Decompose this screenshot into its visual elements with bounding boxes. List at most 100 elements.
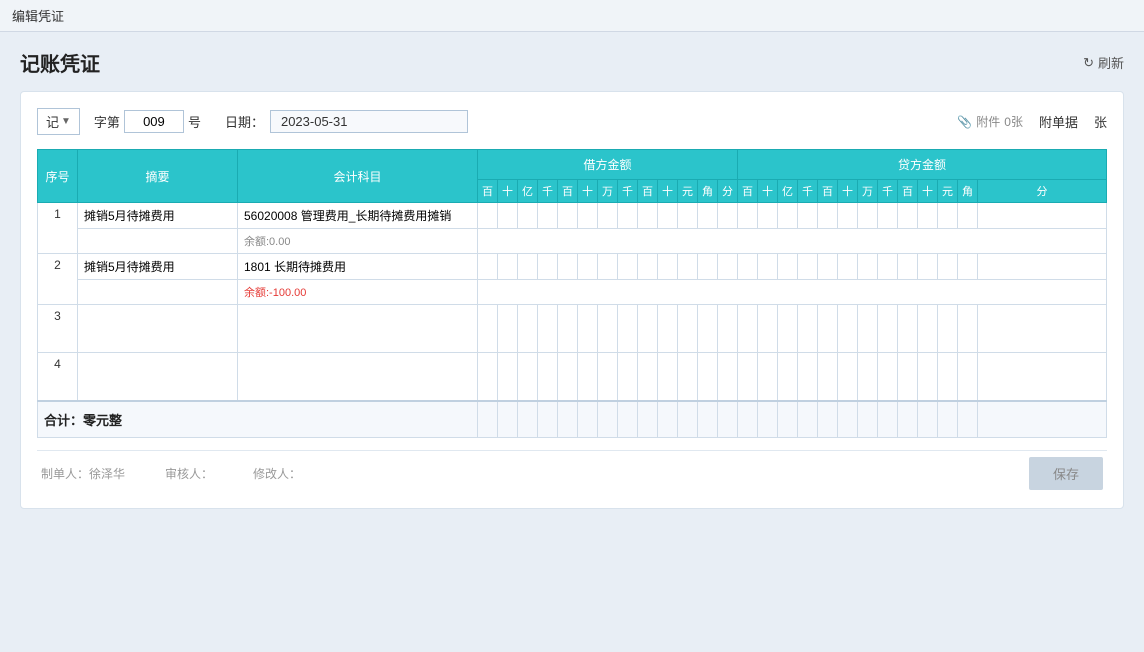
row2-seq: 2 xyxy=(38,254,78,305)
r2d9[interactable] xyxy=(638,254,658,280)
row3-account[interactable] xyxy=(238,305,478,353)
creator-value: 徐泽华 xyxy=(89,467,125,481)
r2c6[interactable] xyxy=(838,254,858,280)
r1c2[interactable] xyxy=(758,203,778,229)
fujudan-button[interactable]: 附单据 xyxy=(1039,112,1078,131)
voucher-header: 记 ▼ 字第 号 日期： 📎 附件 0张 附单据 张 xyxy=(37,108,1107,135)
r1c3[interactable] xyxy=(778,203,798,229)
r1d10[interactable] xyxy=(658,203,678,229)
r1d2[interactable] xyxy=(498,203,518,229)
r2c12[interactable] xyxy=(958,254,978,280)
row1-seq: 1 xyxy=(38,203,78,254)
refresh-icon: ↻ xyxy=(1083,55,1094,71)
header-summary: 摘要 xyxy=(78,150,238,203)
row2-account[interactable]: 1801 长期待摊费用 xyxy=(238,254,478,280)
r2d4[interactable] xyxy=(538,254,558,280)
r2d10[interactable] xyxy=(658,254,678,280)
date-label: 日期： xyxy=(225,112,264,131)
debit-col-6: 十 xyxy=(578,180,598,203)
r2c1[interactable] xyxy=(738,254,758,280)
r2d12[interactable] xyxy=(698,254,718,280)
r2d7[interactable] xyxy=(598,254,618,280)
modifier-field: 修改人： xyxy=(253,465,301,482)
r1d4[interactable] xyxy=(538,203,558,229)
r2c13[interactable] xyxy=(978,254,1107,280)
r2c9[interactable] xyxy=(898,254,918,280)
date-input[interactable] xyxy=(270,110,468,133)
debit-col-7: 万 xyxy=(598,180,618,203)
row1-summary[interactable]: 摊销5月待摊费用 xyxy=(78,203,238,229)
row4-account[interactable] xyxy=(238,353,478,401)
r1c10[interactable] xyxy=(918,203,938,229)
r2c4[interactable] xyxy=(798,254,818,280)
r2c3[interactable] xyxy=(778,254,798,280)
credit-col-8: 千 xyxy=(878,180,898,203)
r1c5[interactable] xyxy=(818,203,838,229)
r1c1[interactable] xyxy=(738,203,758,229)
r2d5[interactable] xyxy=(558,254,578,280)
r1d9[interactable] xyxy=(638,203,658,229)
debit-col-9: 百 xyxy=(638,180,658,203)
header-seq: 序号 xyxy=(38,150,78,203)
r1d13[interactable] xyxy=(718,203,738,229)
r1d12[interactable] xyxy=(698,203,718,229)
r1c11[interactable] xyxy=(938,203,958,229)
total-label: 合计：零元整 xyxy=(38,401,478,438)
table-row: 1 摊销5月待摊费用 56020008 管理费用_长期待摊费用摊销 xyxy=(38,203,1107,229)
r1c6[interactable] xyxy=(838,203,858,229)
zi-number-input[interactable] xyxy=(124,110,184,133)
reviewer-field: 审核人： xyxy=(165,465,213,482)
r2-balance-summary xyxy=(78,280,238,305)
r1d7[interactable] xyxy=(598,203,618,229)
r2d11[interactable] xyxy=(678,254,698,280)
r1d8[interactable] xyxy=(618,203,638,229)
title-bar-label: 编辑凭证 xyxy=(12,9,64,24)
r2d3[interactable] xyxy=(518,254,538,280)
r1c9[interactable] xyxy=(898,203,918,229)
r2d6[interactable] xyxy=(578,254,598,280)
r2c11[interactable] xyxy=(938,254,958,280)
row3-summary[interactable] xyxy=(78,305,238,353)
credit-col-6: 十 xyxy=(838,180,858,203)
r1c8[interactable] xyxy=(878,203,898,229)
r1d3[interactable] xyxy=(518,203,538,229)
r1d5[interactable] xyxy=(558,203,578,229)
ji-selector[interactable]: 记 ▼ xyxy=(37,108,80,135)
r2c10[interactable] xyxy=(918,254,938,280)
r1c7[interactable] xyxy=(858,203,878,229)
debit-col-3: 亿 xyxy=(518,180,538,203)
save-button[interactable]: 保存 xyxy=(1029,457,1103,490)
save-section: 保存 xyxy=(1029,457,1103,490)
r1c13[interactable] xyxy=(978,203,1107,229)
voucher-footer: 制单人：徐泽华 审核人： 修改人： 保存 xyxy=(37,450,1107,496)
r2c2[interactable] xyxy=(758,254,778,280)
r2d1[interactable] xyxy=(478,254,498,280)
r1d6[interactable] xyxy=(578,203,598,229)
voucher-table: 序号 摘要 会计科目 借方金额 贷方金额 百 十 亿 千 百 十 万 千 百 十 xyxy=(37,149,1107,438)
credit-col-10: 十 xyxy=(918,180,938,203)
debit-col-13: 分 xyxy=(718,180,738,203)
r2d8[interactable] xyxy=(618,254,638,280)
r2d2[interactable] xyxy=(498,254,518,280)
r2c5[interactable] xyxy=(818,254,838,280)
credit-col-3: 亿 xyxy=(778,180,798,203)
page-header: 记账凭证 ↻ 刷新 xyxy=(20,48,1124,77)
row1-account[interactable]: 56020008 管理费用_长期待摊费用摊销 xyxy=(238,203,478,229)
total-text: 合计：零元整 xyxy=(44,413,122,428)
row4-summary[interactable] xyxy=(78,353,238,401)
r1d11[interactable] xyxy=(678,203,698,229)
r1c4[interactable] xyxy=(798,203,818,229)
row2-summary[interactable]: 摊销5月待摊费用 xyxy=(78,254,238,280)
r2d13[interactable] xyxy=(718,254,738,280)
refresh-button[interactable]: ↻ 刷新 xyxy=(1083,53,1124,72)
debit-col-2: 十 xyxy=(498,180,518,203)
table-row-balance: 余额:-100.00 xyxy=(38,280,1107,305)
r1d1[interactable] xyxy=(478,203,498,229)
attachment-label: 附件 xyxy=(976,113,1000,130)
refresh-label: 刷新 xyxy=(1098,53,1124,72)
r2c8[interactable] xyxy=(878,254,898,280)
total-row: 合计：零元整 xyxy=(38,401,1107,438)
r1c12[interactable] xyxy=(958,203,978,229)
r2c7[interactable] xyxy=(858,254,878,280)
credit-col-9: 百 xyxy=(898,180,918,203)
